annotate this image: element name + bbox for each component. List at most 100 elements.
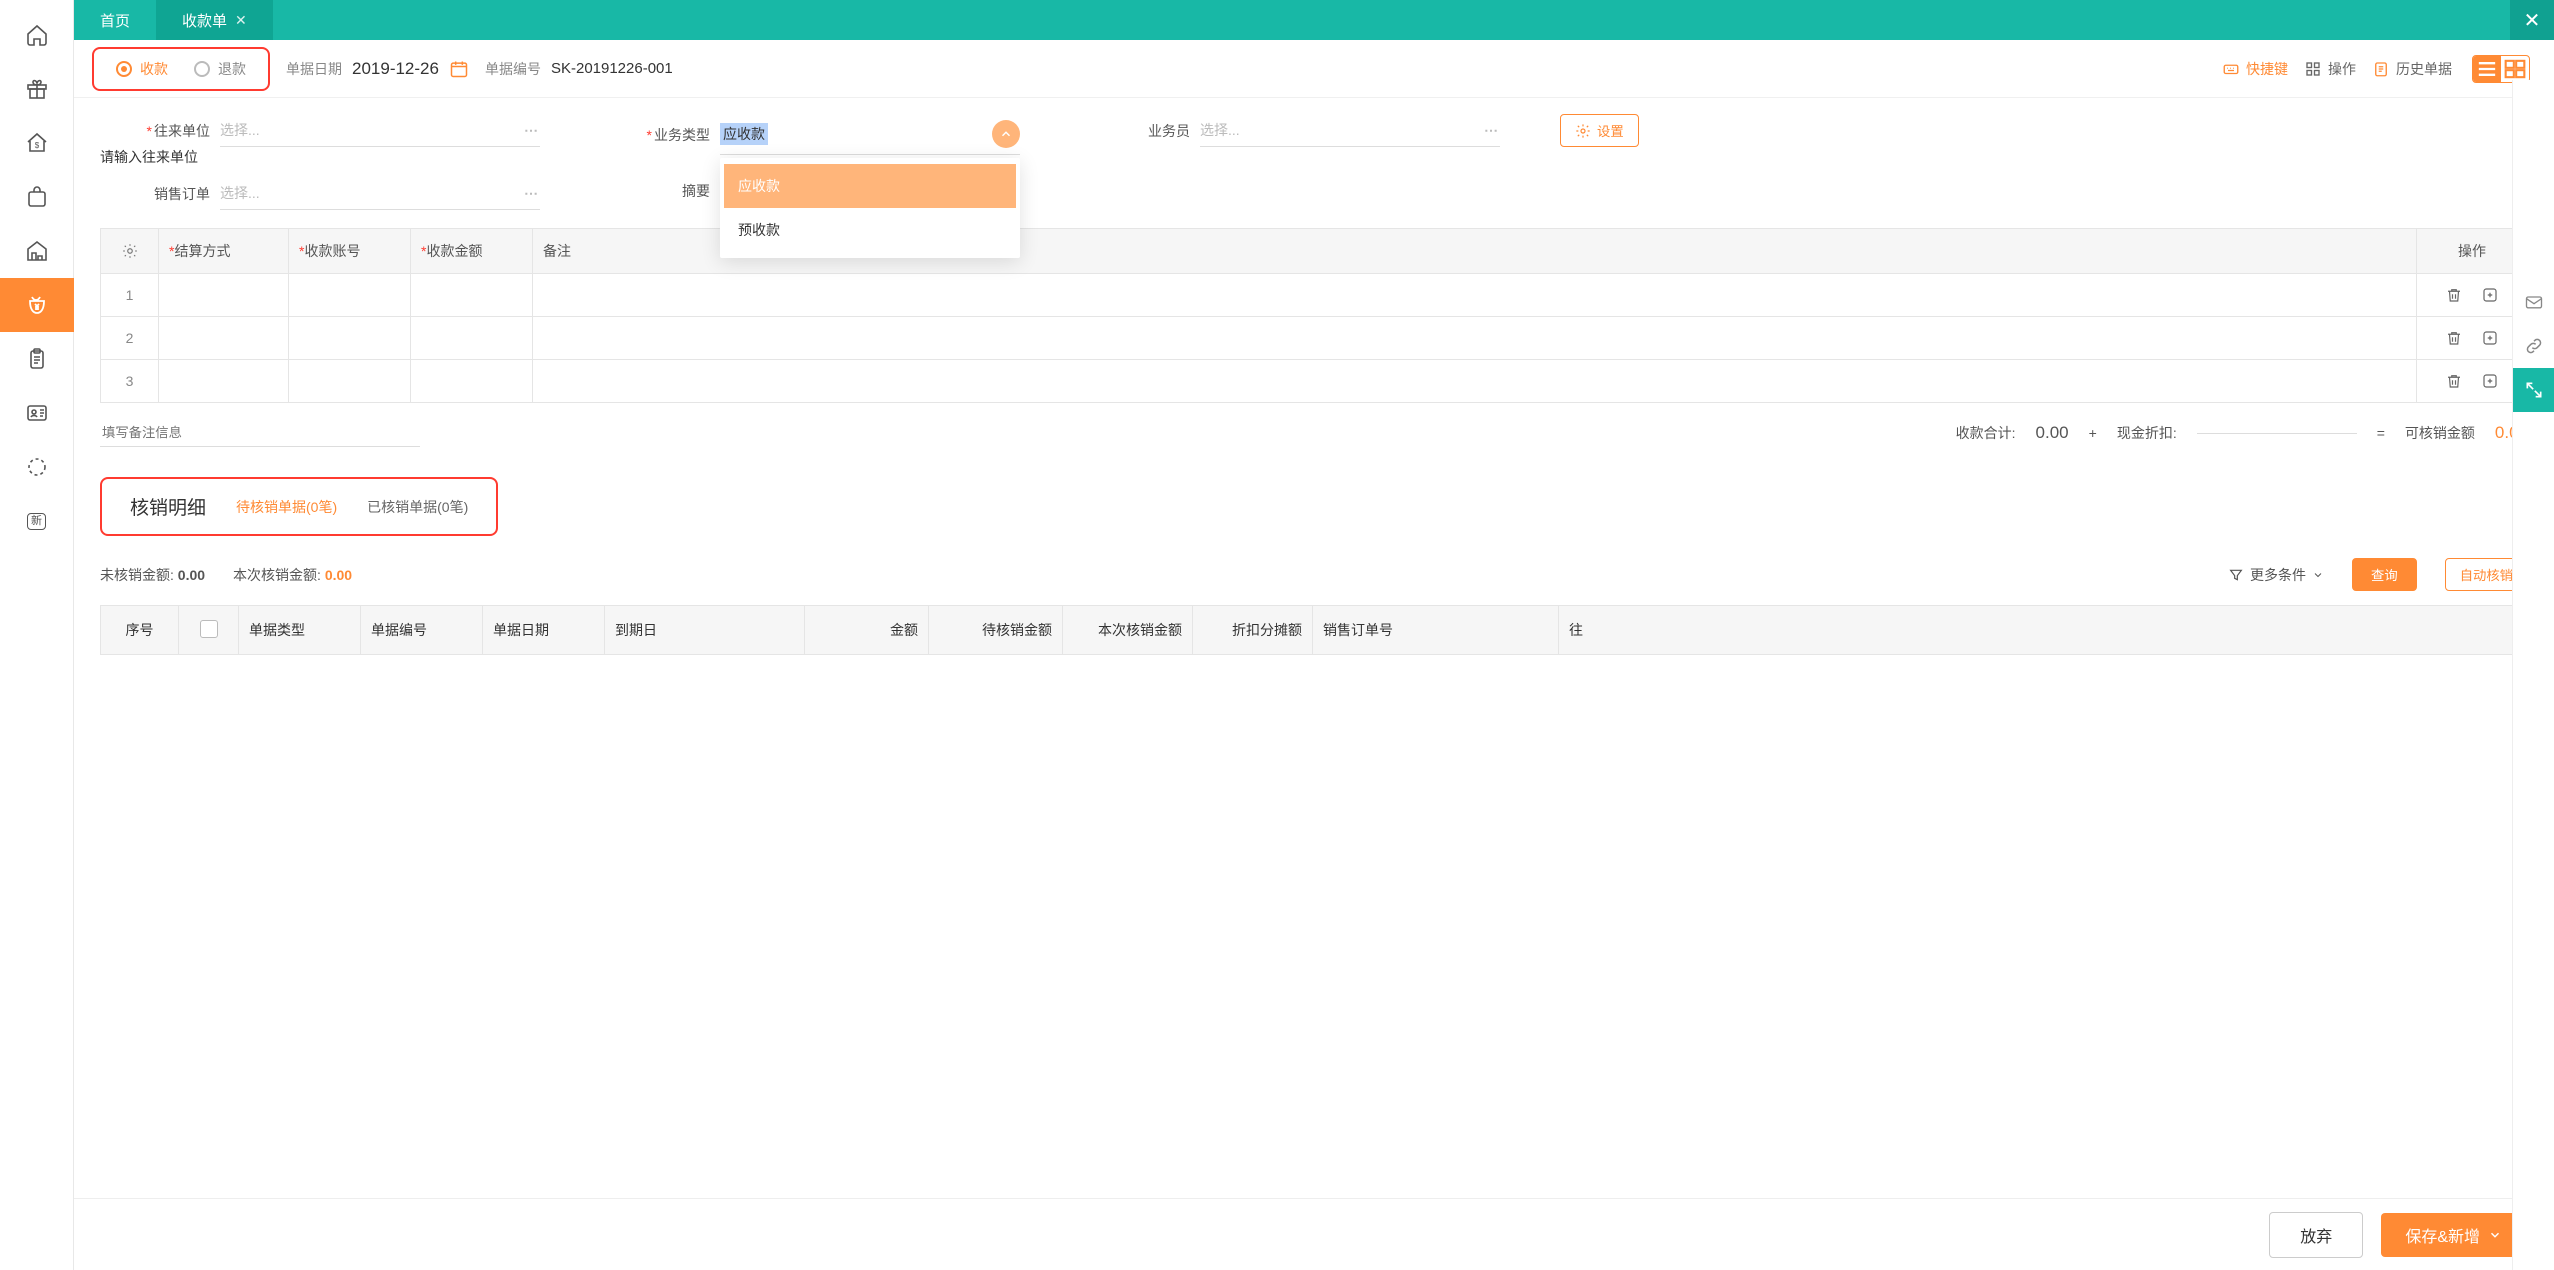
save-and-new-button[interactable]: 保存&新增 [2381,1213,2526,1257]
sidebar-gift-icon[interactable] [0,62,74,116]
ellipsis-icon[interactable]: ⋯ [524,185,540,202]
col-acct: *收款账号 [289,229,411,273]
col-sales-order: 销售订单号 [1313,606,1559,654]
add-row-icon[interactable] [2481,286,2499,304]
chevron-down-icon [2312,569,2324,581]
salesperson-input[interactable]: 选择... ⋯ [1200,114,1500,147]
operate-link[interactable]: 操作 [2304,59,2356,79]
rail-link-icon[interactable] [2513,324,2554,368]
gear-icon [1575,123,1591,139]
cash-disc-input[interactable] [2197,433,2357,434]
payment-lines-table: *结算方式 *收款账号 *收款金额 备注 操作 1 [100,228,2528,403]
grid-icon [2304,60,2322,78]
col-amt: *收款金额 [411,229,533,273]
chevron-up-icon[interactable] [992,120,1020,148]
trash-icon[interactable] [2445,286,2463,304]
chevron-down-icon [2488,1228,2502,1242]
radio-dot-icon [116,61,132,77]
writeoff-label: 可核销金额 [2405,423,2475,443]
close-tab-icon[interactable]: ✕ [235,12,247,29]
discard-button[interactable]: 放弃 [2269,1212,2363,1258]
sales-order-field: 销售订单 选择... ⋯ [100,177,540,210]
doc-no-value: SK-20191226-001 [551,60,673,77]
shortcut-link[interactable]: 快捷键 [2222,59,2288,79]
sidebar-warehouse-icon[interactable] [0,224,74,278]
radio-receipt[interactable]: 收款 [116,59,168,79]
dropdown-option-receivable[interactable]: 应收款 [724,164,1016,208]
tab-pending-writeoff[interactable]: 待核销单据(0笔) [236,497,337,517]
tab-home[interactable]: 首页 [74,0,156,40]
close-app-icon[interactable]: ✕ [2510,0,2554,40]
tab-receipt[interactable]: 收款单 ✕ [156,0,273,40]
doc-date-value[interactable]: 2019-12-26 [352,59,439,79]
sidebar-house-money-icon[interactable]: $ [0,116,74,170]
radio-circle-icon [194,61,210,77]
cell-amt[interactable] [411,274,533,316]
party-error: 请输入往来单位 [100,147,540,167]
view-list-icon[interactable] [2473,56,2501,82]
view-card-icon[interactable] [2501,56,2529,82]
doc-no: 单据编号 SK-20191226-001 [485,59,673,79]
receipt-type-radio-group: 收款 退款 [92,47,270,91]
tab-done-writeoff[interactable]: 已核销单据(0笔) [367,497,468,517]
radio-refund[interactable]: 退款 [194,59,246,79]
keyboard-icon [2222,60,2240,78]
rail-mail-icon[interactable] [2513,280,2554,324]
total-label: 收款合计: [1956,423,2016,443]
verification-header: 核销明细 待核销单据(0笔) 已核销单据(0笔) [100,477,498,536]
calendar-icon[interactable] [449,59,469,79]
doc-no-label: 单据编号 [485,59,541,79]
cash-disc-label: 现金折扣: [2117,423,2177,443]
query-button[interactable]: 查询 [2352,558,2417,591]
sales-order-input[interactable]: 选择... ⋯ [220,177,540,210]
sidebar-bag-icon[interactable] [0,170,74,224]
col-due-date: 到期日 [605,606,805,654]
sidebar-new-icon[interactable]: 新 [0,494,74,548]
summary-row: 收款合计: 0.00 + 现金折扣: = 可核销金额 0.00 [100,419,2528,447]
sidebar-home-icon[interactable] [0,8,74,62]
settings-button[interactable]: 设置 [1560,114,1639,147]
sidebar-id-icon[interactable] [0,386,74,440]
table-row: 3 [101,360,2527,402]
salesperson-field: 业务员 选择... ⋯ [1080,114,1500,147]
history-link[interactable]: 历史单据 [2372,59,2452,79]
ellipsis-icon[interactable]: ⋯ [1484,122,1500,139]
gear-header-icon[interactable] [101,229,159,273]
remark-input[interactable] [100,419,420,447]
cell-acct[interactable] [289,274,411,316]
row-index: 1 [101,274,159,316]
biztype-field: *业务类型 应收款 应收款 预收款 [600,114,1020,155]
writeoff-table: 序号 单据类型 单据编号 单据日期 到期日 金额 待核销金额 本次核销金额 折扣… [100,605,2528,655]
trash-icon[interactable] [2445,329,2463,347]
add-row-icon[interactable] [2481,372,2499,390]
toolbar: 收款 退款 单据日期 2019-12-26 单据编号 SK-20191226-0… [74,40,2554,98]
checkbox-icon[interactable] [200,620,218,638]
sidebar-clipboard-icon[interactable] [0,332,74,386]
party-input[interactable]: 选择... ⋯ [220,114,540,147]
more-conditions[interactable]: 更多条件 [2228,565,2324,585]
table-row: 1 [101,274,2527,317]
table-row: 2 [101,317,2527,360]
sidebar-refresh-icon[interactable] [0,440,74,494]
ellipsis-icon[interactable]: ⋯ [524,122,540,139]
trash-icon[interactable] [2445,372,2463,390]
col-discount: 折扣分摊额 [1193,606,1313,654]
verification-title: 核销明细 [130,493,206,520]
cell-settle[interactable] [159,274,289,316]
add-row-icon[interactable] [2481,329,2499,347]
content-area: *往来单位 选择... ⋯ 请输入往来单位 *业务类型 应收款 [74,98,2554,1198]
col-doc-code: 单据编号 [361,606,483,654]
row-index: 2 [101,317,159,359]
sidebar-finance-icon[interactable] [0,278,74,332]
rail-expand-icon[interactable] [2513,368,2554,412]
col-checkbox[interactable] [179,606,239,654]
tab-bar: 首页 收款单 ✕ ✕ [74,0,2554,40]
cell-note[interactable] [533,274,2417,316]
col-pending-amount: 待核销金额 [929,606,1063,654]
col-index: 序号 [101,606,179,654]
biztype-input[interactable]: 应收款 [720,114,1020,155]
doc-date-label: 单据日期 [286,59,342,79]
dropdown-option-advance[interactable]: 预收款 [724,208,1016,252]
plus-sign: + [2089,425,2097,441]
col-doc-type: 单据类型 [239,606,361,654]
